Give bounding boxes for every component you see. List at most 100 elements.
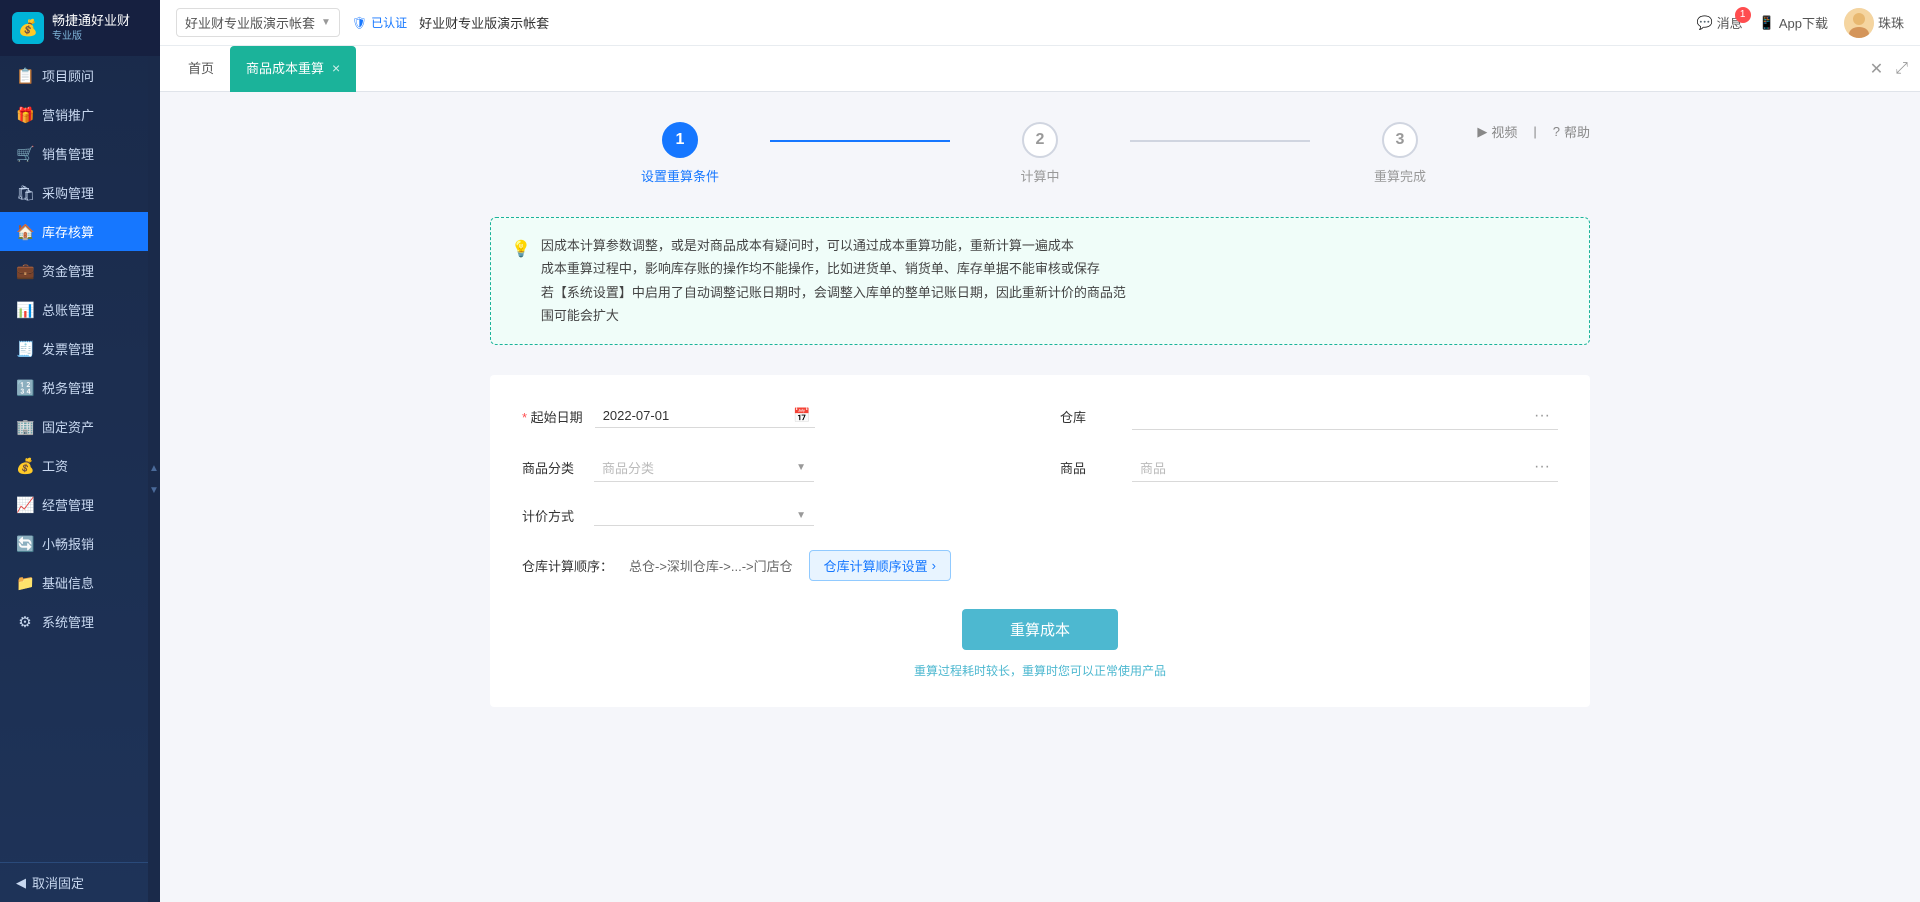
step-connector-2: [1130, 140, 1310, 142]
step-3: 3 重算完成: [1310, 122, 1490, 185]
sidebar-nav: 📋 项目顾问 🎁 营销推广 🛒 销售管理 🛍 采购管理 🏠 库存核算 💼 资金管…: [0, 56, 160, 862]
info-box: 💡 因成本计算参数调整，或是对商品成本有疑问时，可以通过成本重算功能，重新计算一…: [490, 217, 1590, 345]
purchase-icon: 🛍: [16, 184, 34, 202]
pricing-label: 计价方式: [522, 506, 582, 525]
tax-icon: 🔢: [16, 379, 34, 397]
topbar-actions: 💬 消息 1 📱 App下载 珠珠: [1696, 8, 1904, 38]
sidebar-logo: 💰 畅捷通好业财 专业版: [0, 0, 160, 56]
tab-close-icon[interactable]: ×: [332, 61, 340, 75]
sidebar-item-invoice[interactable]: 🧾 发票管理: [0, 329, 160, 368]
sidebar-item-marketing[interactable]: 🎁 营销推广: [0, 95, 160, 134]
logo-name: 畅捷通好业财: [52, 13, 130, 30]
step-connector-1: [770, 140, 950, 142]
sidebar-item-project[interactable]: 📋 项目顾问: [0, 56, 160, 95]
expense-icon: 🔄: [16, 535, 34, 553]
recalc-section: 重算成本 重算过程耗时较长，重算时您可以正常使用产品: [522, 609, 1558, 679]
calendar-icon[interactable]: 📅: [789, 407, 814, 424]
pricing-chevron-icon: ▼: [796, 510, 806, 521]
warehouse-label: 仓库: [1060, 407, 1120, 426]
sidebar-item-tax[interactable]: 🔢 税务管理: [0, 368, 160, 407]
warehouse-arrow-icon: ›: [932, 558, 936, 573]
sidebar-item-basic[interactable]: 📁 基础信息: [0, 563, 160, 602]
message-icon: 💬: [1696, 15, 1712, 31]
system-icon: ⚙: [16, 613, 34, 631]
video-help-button[interactable]: ▶ 视频: [1477, 122, 1517, 141]
sidebar-item-operation[interactable]: 📈 经营管理: [0, 485, 160, 524]
step-2-label: 计算中: [1020, 166, 1059, 185]
operation-icon: 📈: [16, 496, 34, 514]
account-name: 好业财专业版演示帐套: [185, 13, 315, 32]
category-field: 商品分类 商品分类 ▼: [522, 454, 1020, 482]
project-icon: 📋: [16, 67, 34, 85]
help-area: ▶ 视频 | ? 帮助: [1477, 122, 1590, 141]
sales-icon: 🛒: [16, 145, 34, 163]
main-area: 好业财专业版演示帐套 ▼ 🛡 已认证 好业财专业版演示帐套 💬 消息 1 📱 A…: [160, 0, 1920, 902]
assets-icon: 🏢: [16, 418, 34, 436]
tab-expand-button[interactable]: ⤢: [1895, 60, 1908, 78]
step-1: 1 设置重算条件: [590, 122, 770, 185]
tabbar: 首页 商品成本重算 × ✕ ⤢: [160, 46, 1920, 92]
warehouse-order-row: 仓库计算顺序： 总仓->深圳仓库->...->门店仓 仓库计算顺序设置 ›: [522, 550, 1558, 581]
sidebar-item-assets[interactable]: 🏢 固定资产: [0, 407, 160, 446]
category-chevron-icon: ▼: [796, 462, 806, 473]
tab-home[interactable]: 首页: [172, 46, 230, 92]
app-download-button[interactable]: 📱 App下载: [1759, 13, 1828, 32]
marketing-icon: 🎁: [16, 106, 34, 124]
account-selector[interactable]: 好业财专业版演示帐套 ▼: [176, 8, 340, 37]
tab-close-button[interactable]: ✕: [1870, 59, 1883, 79]
finance-icon: 💼: [16, 262, 34, 280]
message-button[interactable]: 💬 消息 1: [1696, 13, 1742, 32]
help-button[interactable]: ? 帮助: [1553, 122, 1590, 141]
start-date-field: 起始日期 📅: [522, 404, 1020, 428]
sidebar-item-sales[interactable]: 🛒 销售管理: [0, 134, 160, 173]
company-name: 好业财专业版演示帐套: [419, 13, 549, 32]
invoice-icon: 🧾: [16, 340, 34, 358]
warehouse-field: 仓库 ···: [1060, 403, 1558, 430]
category-label: 商品分类: [522, 458, 582, 477]
sidebar-item-salary[interactable]: 💰 工资: [0, 446, 160, 485]
pricing-select[interactable]: ▼: [594, 506, 814, 526]
logo-icon: 💰: [12, 12, 44, 44]
logo-edition: 专业版: [52, 30, 130, 43]
recalc-button[interactable]: 重算成本: [962, 609, 1118, 650]
sidebar-item-purchase[interactable]: 🛍 采购管理: [0, 173, 160, 212]
step-3-circle: 3: [1382, 122, 1418, 158]
warehouse-order-settings-button[interactable]: 仓库计算顺序设置 ›: [809, 550, 951, 581]
basic-icon: 📁: [16, 574, 34, 592]
accounting-icon: 📊: [16, 301, 34, 319]
sidebar-item-system[interactable]: ⚙ 系统管理: [0, 602, 160, 641]
start-date-input-wrapper: 📅: [595, 404, 815, 428]
salary-icon: 💰: [16, 457, 34, 475]
question-icon: ?: [1553, 124, 1560, 139]
content-area: 1 设置重算条件 2 计算中 3: [160, 92, 1920, 902]
inventory-icon: 🏠: [16, 223, 34, 241]
step-2-circle: 2: [1022, 122, 1058, 158]
sidebar-item-accounting[interactable]: 📊 总账管理: [0, 290, 160, 329]
product-select[interactable]: 商品 ···: [1132, 454, 1558, 482]
pricing-field: 计价方式 ▼: [522, 506, 1020, 526]
avatar-image: [1844, 8, 1874, 38]
info-box-content: 因成本计算参数调整，或是对商品成本有疑问时，可以通过成本重算功能，重新计算一遍成…: [541, 234, 1126, 328]
bulb-icon: 💡: [511, 236, 531, 328]
form-section: 起始日期 📅 仓库 ···: [490, 375, 1590, 707]
category-select[interactable]: 商品分类 ▼: [594, 454, 814, 482]
form-row-1: 起始日期 📅 仓库 ···: [522, 403, 1558, 430]
user-avatar[interactable]: 珠珠: [1844, 8, 1904, 38]
warehouse-select[interactable]: ···: [1132, 403, 1558, 430]
start-date-input[interactable]: [595, 404, 790, 427]
warehouse-order-value: 总仓->深圳仓库->...->门店仓: [629, 556, 793, 575]
step-1-label: 设置重算条件: [641, 166, 719, 185]
sidebar-item-finance[interactable]: 💼 资金管理: [0, 251, 160, 290]
product-more-icon[interactable]: ···: [1534, 458, 1550, 476]
sidebar-item-inventory[interactable]: 🏠 库存核算: [0, 212, 160, 251]
warehouse-more-icon[interactable]: ···: [1534, 407, 1550, 425]
form-row-3: 计价方式 ▼: [522, 506, 1558, 526]
step-3-label: 重算完成: [1374, 166, 1426, 185]
play-icon: ▶: [1477, 124, 1487, 140]
step-2: 2 计算中: [950, 122, 1130, 185]
sidebar-item-expense[interactable]: 🔄 小畅报销: [0, 524, 160, 563]
sidebar-pin-toggle[interactable]: ◀ 取消固定: [0, 862, 160, 902]
shield-icon: 🛡: [352, 16, 367, 30]
message-badge: 1: [1735, 7, 1751, 23]
tab-recalc[interactable]: 商品成本重算 ×: [230, 46, 356, 92]
